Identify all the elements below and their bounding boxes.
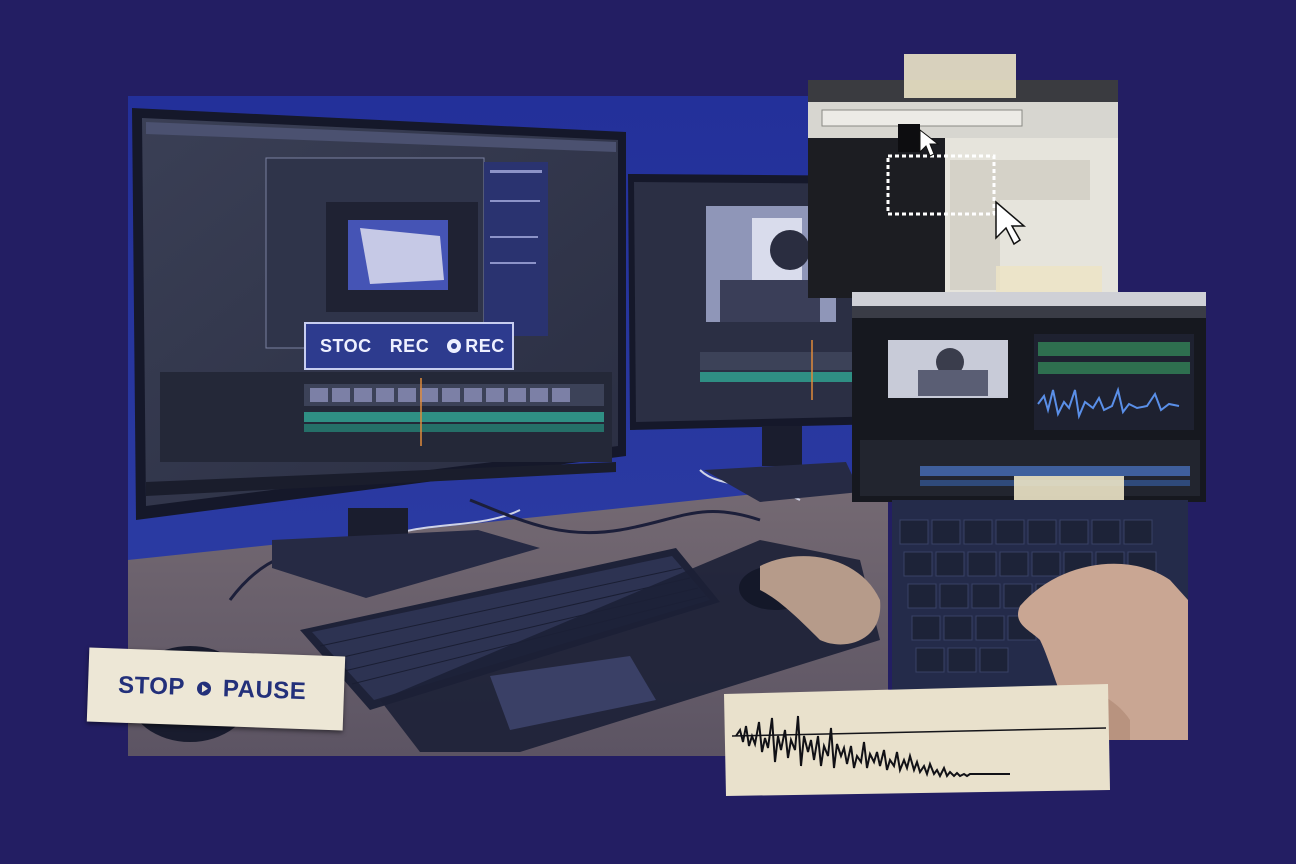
rec-label-2: REC [465,335,505,356]
record-dot-icon [447,339,462,353]
rec-label: REC [389,335,430,356]
tape-top [904,54,1016,98]
pause-text: PAUSE [222,675,307,706]
screenshot-card-editor [852,292,1206,502]
waveform-paper [724,684,1110,796]
stop-pause-label: STOP PAUSE [86,647,346,731]
recording-controls-overlay: STOC REC REC [304,322,514,370]
screenshot-card-cursor [808,80,1118,298]
play-icon [196,681,212,696]
stop-text: STOP [117,671,186,701]
rec-group: REC [447,336,505,357]
desk-scene [128,54,1206,796]
stop-label: STOC [320,335,372,356]
